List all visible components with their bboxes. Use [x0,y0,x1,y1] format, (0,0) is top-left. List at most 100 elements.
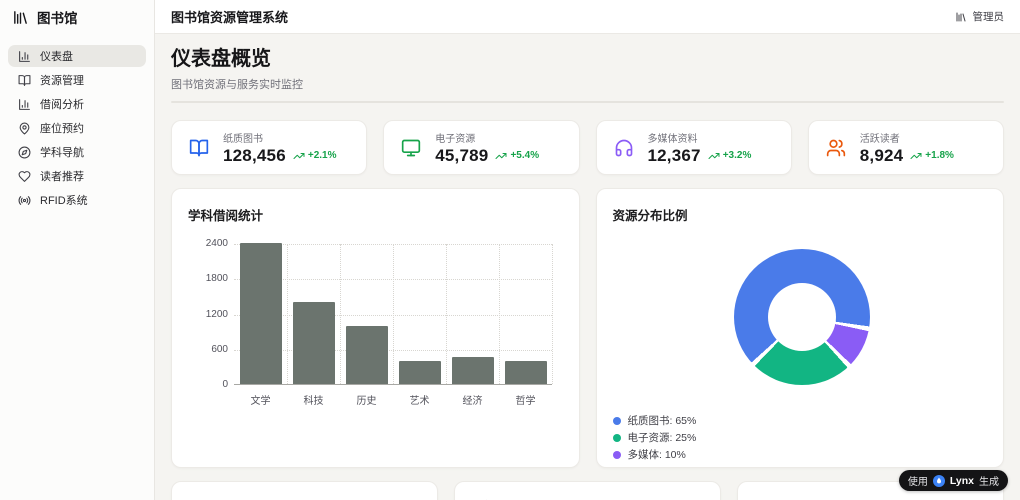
user-menu[interactable]: 管理员 [955,9,1005,24]
book-open-icon [189,138,209,158]
chart-column-icon [18,98,31,111]
trending-up-icon [910,150,922,162]
stat-trend-value: +1.8% [925,150,954,161]
sidebar-item-label: 仪表盘 [40,51,73,63]
legend-item: 电子资源: 25% [612,432,696,444]
x-axis-label: 科技 [303,396,324,407]
sidebar-item-座位预约[interactable]: 座位预约 [8,117,146,139]
chart-column-icon [18,50,31,63]
header: 图书馆资源管理系统 管理员 [155,0,1020,34]
map-pin-icon [18,122,31,135]
bar [504,361,547,384]
stat-value-row: 12,367 +3.2% [648,146,752,166]
main-content: 仪表盘概览 图书馆资源与服务实时监控 纸质图书 128,456 +2.1% 电子资源 4… [155,34,1020,500]
trending-up-icon [495,150,507,162]
sidebar-item-label: RFID系统 [40,195,88,207]
y-axis-tick: 1800 [205,273,228,285]
legend-dot [612,417,621,425]
bottom-card-title: 快速操作 [188,496,421,500]
users-icon [826,138,846,158]
trending-up-icon [293,150,305,162]
sidebar-item-资源管理[interactable]: 资源管理 [8,69,146,91]
bottom-card-title: 最近通知 [754,496,987,500]
stat-card-电子资源: 电子资源 45,789 +5.4% [383,120,580,175]
stat-label: 活跃读者 [859,133,900,145]
donut-chart [733,249,870,385]
bar-slot [393,244,446,384]
bar-chart-card: 学科借阅统计 0 600 1200 1800 2400 文学 科技 历史 艺术 经济 哲学 [171,188,580,468]
x-axis-label: 历史 [356,396,377,407]
stat-label: 纸质图书 [223,133,263,145]
stat-info: 活跃读者 8,924 +1.8% [860,130,954,166]
x-axis-label: 经济 [462,396,483,407]
bar [451,356,494,384]
legend-dot [612,451,621,459]
sidebar-item-label: 座位预约 [40,123,84,135]
stat-card-活跃读者: 活跃读者 8,924 +1.8% [807,120,1004,175]
page-subtitle: 图书馆资源与服务实时监控 [171,79,303,91]
stat-trend: +1.8% [910,150,954,162]
lynx-badge[interactable]: 使用 Lynx 生成 [898,470,1008,491]
badge-prefix: 使用 [907,477,928,488]
sidebar-item-label: 借阅分析 [40,99,84,111]
pie-legend: 纸质图书: 65% 电子资源: 25% 多媒体: 10% [612,415,697,461]
stat-value-row: 8,924 +1.8% [860,146,954,166]
bottom-card-title: 系统状态 [471,496,704,500]
charts-row: 学科借阅统计 0 600 1200 1800 2400 文学 科技 历史 艺术 经济 哲学 资源分布… [171,188,1004,468]
compass-icon [18,146,31,159]
stats-row: 纸质图书 128,456 +2.1% 电子资源 45,789 +5.4% 多媒体资料 12,3… [171,120,1004,175]
stat-trend-value: +2.1% [307,150,337,161]
badge-brand: Lynx [949,474,974,487]
sidebar: 图书馆 仪表盘资源管理借阅分析座位预约学科导航读者推荐 RFID系统 [0,0,155,500]
bar-chart-title: 学科借阅统计 [188,209,264,223]
book-open-icon [18,74,31,87]
legend-item: 纸质图书: 65% [612,415,697,427]
divider [171,101,1004,103]
bar-plot-area [234,243,553,385]
y-axis-tick: 1200 [205,308,228,320]
bottom-card-快速操作: 快速操作 [171,481,438,500]
page-title: 仪表盘概览 [171,48,271,70]
sidebar-item-label: 学科导航 [40,147,84,159]
legend-label: 纸质图书: 65% [627,415,697,427]
stat-info: 多媒体资料 12,367 +3.2% [648,130,752,166]
stat-value: 128,456 [223,145,286,165]
bar-slot [446,244,499,384]
legend-item: 多媒体: 10% [612,449,697,461]
header-title: 图书馆资源管理系统 [171,10,289,25]
stat-value: 8,924 [859,145,904,165]
stat-trend-value: +5.4% [510,150,540,161]
app-logo-text: 图书馆 [37,11,78,26]
radio-icon [18,194,31,207]
sidebar-item-读者推荐[interactable]: 读者推荐 [8,165,146,187]
bar-slot [287,244,340,384]
y-axis-tick: 0 [222,379,228,390]
sidebar-item-label: 读者推荐 [40,171,84,183]
heart-icon [18,170,31,183]
headphones-icon [614,138,634,158]
x-axis-labels: 文学 科技 历史 艺术 经济 哲学 [234,392,552,407]
bar [345,326,388,384]
sidebar-item-借阅分析[interactable]: 借阅分析 [8,93,146,115]
x-axis-label: 哲学 [515,396,536,407]
pie-chart-title: 资源分布比例 [612,209,688,223]
bar-slot [499,244,552,384]
sidebar-item-RFID系统[interactable]: RFID系统 [8,189,146,211]
sidebar-item-学科导航[interactable]: 学科导航 [8,141,146,163]
y-axis-tick: 600 [211,343,228,355]
stat-value-row: 128,456 +2.1% [223,146,337,166]
library-icon [955,11,967,23]
pie-chart-card: 资源分布比例 纸质图书: 65% 电子资源: 25% 多媒体: 10% [595,188,1004,468]
badge-suffix: 生成 [979,477,999,488]
trending-up-icon [708,150,720,162]
sidebar-item-仪表盘[interactable]: 仪表盘 [8,45,146,67]
x-axis-label: 文学 [250,396,271,407]
stat-value: 12,367 [647,145,701,165]
stat-label: 多媒体资料 [647,133,698,145]
user-label: 管理员 [972,11,1005,23]
sidebar-item-label: 资源管理 [40,75,84,87]
stat-value-row: 45,789 +5.4% [435,146,539,166]
y-axis-tick: 2400 [205,238,228,249]
stat-trend: +3.2% [708,150,751,162]
bottom-row: 快速操作 系统状态 最近通知 [171,481,1004,500]
